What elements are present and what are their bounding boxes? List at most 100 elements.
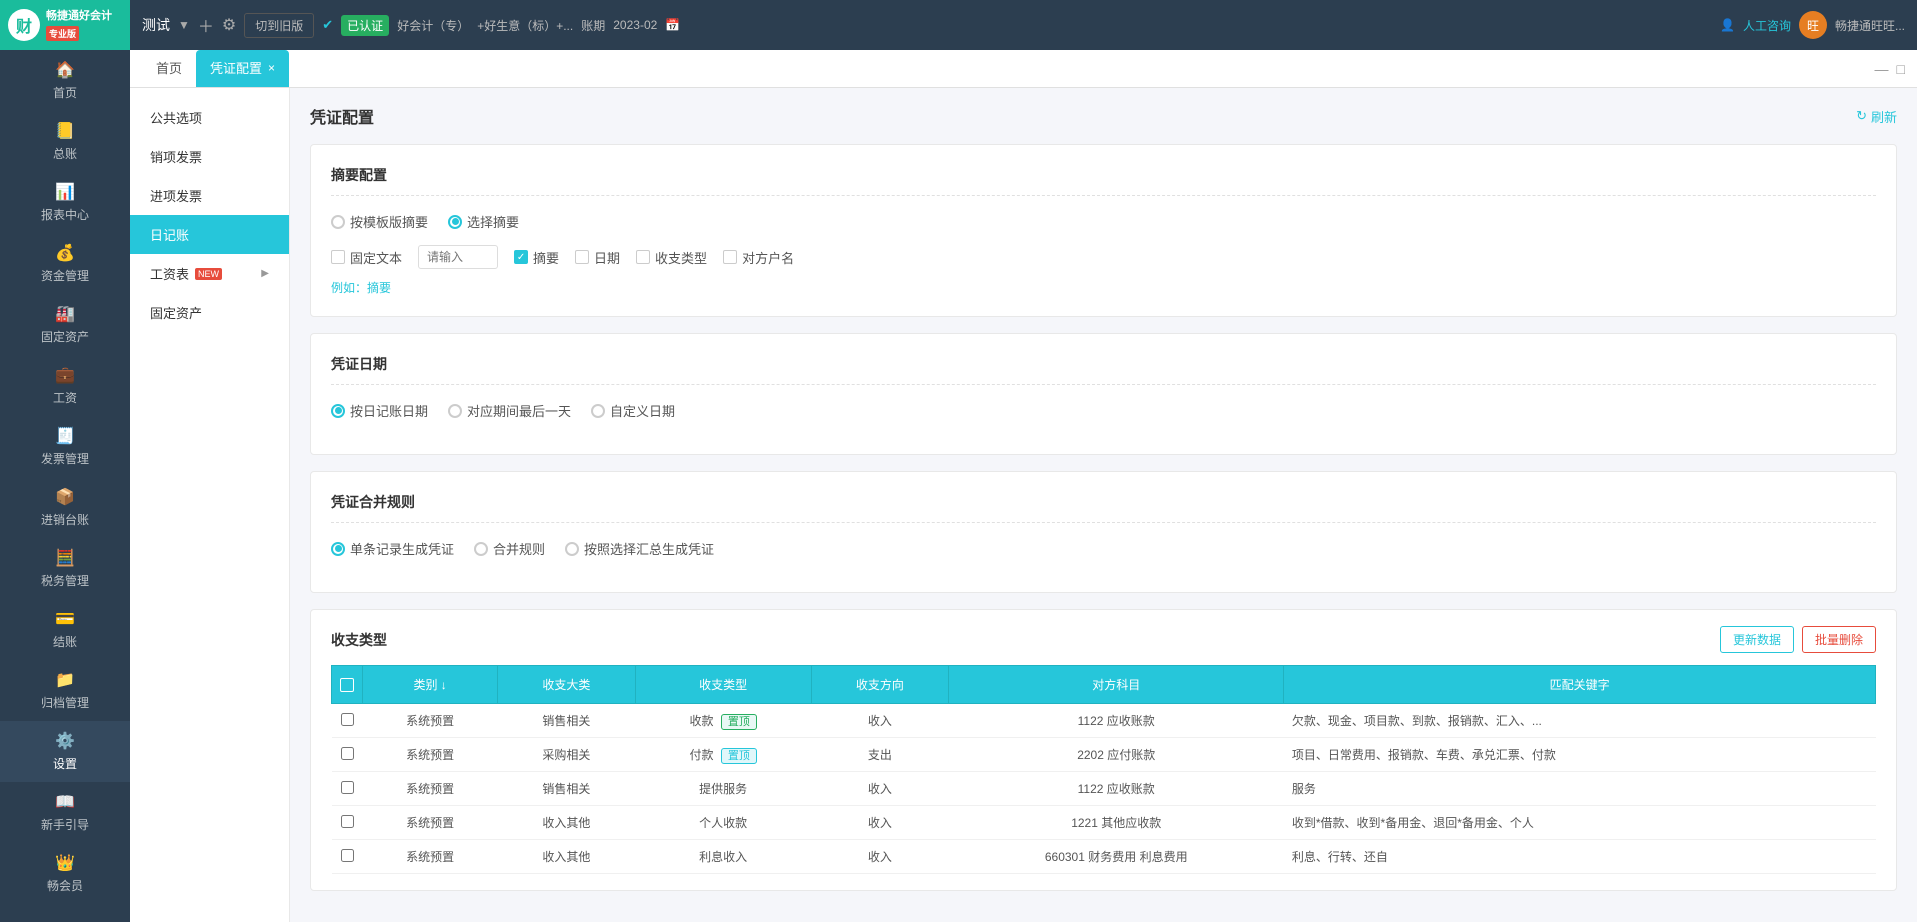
good-business-label: +好生意（标）+... [477,17,573,34]
fixed-text-input[interactable] [418,245,498,269]
sidebar-item-funds[interactable]: 💰 资金管理 [0,233,130,294]
minimize-button[interactable]: — [1875,61,1889,77]
sidebar-item-vip[interactable]: 👑 畅会员 [0,843,130,904]
tab-home[interactable]: 首页 [142,50,196,87]
assets-icon: 🏭 [55,304,75,324]
sidebar-item-purchase[interactable]: 📦 进销台账 [0,477,130,538]
maximize-button[interactable]: □ [1897,61,1905,77]
tabs-right-actions: — □ [1875,61,1905,77]
sidebar-item-salary[interactable]: 💼 工资 [0,355,130,416]
settle-icon: 💳 [55,609,75,629]
consultant-icon: 👤 [1720,18,1735,32]
sidebar-item-guide[interactable]: 📖 新手引导 [0,782,130,843]
row-3-checkbox[interactable] [341,781,354,794]
radio-dot-single-record [335,545,342,552]
purchase-icon: 📦 [55,487,75,507]
row-direction: 支出 [811,738,948,772]
calendar-icon[interactable]: 📅 [665,18,680,32]
sidebar-item-home[interactable]: 🏠 首页 [0,50,130,111]
radio-journal-date[interactable]: 按日记账日期 [331,401,428,420]
summary-section-title: 摘要配置 [331,165,1876,196]
switch-version-button[interactable]: 切到旧版 [244,13,314,38]
checkbox-box-type [636,250,650,264]
left-nav-item-purchase-invoice[interactable]: 进项发票 [130,176,289,215]
table-header-account: 对方科目 [949,666,1284,704]
sidebar-item-assets[interactable]: 🏭 固定资产 [0,294,130,355]
row-account: 1221 其他应收款 [949,806,1284,840]
sidebar-item-ledger[interactable]: 📒 总账 [0,111,130,172]
topbar-title: 测试 [142,15,170,35]
logo-sub-badge: 专业版 [46,26,79,41]
radio-custom-date[interactable]: 自定义日期 [591,401,675,420]
row-checkbox[interactable] [332,738,363,772]
topbar-settings-icon[interactable]: ⚙ [222,15,236,35]
checkbox-type[interactable]: 收支类型 [636,248,707,267]
topbar-add-icon[interactable]: ＋ [198,13,214,37]
page-content: 凭证配置 ↻ 刷新 摘要配置 按模板版摘要 [290,88,1917,922]
checkbox-fixed-text[interactable]: 固定文本 [331,248,402,267]
sidebar-item-invoice-mgmt[interactable]: 🧾 发票管理 [0,416,130,477]
row-1-checkbox[interactable] [341,713,354,726]
checkbox-counterparty[interactable]: 对方户名 [723,248,794,267]
table-row: 系统预置 销售相关 提供服务 收入 1122 应收账款 服务 [332,772,1876,806]
checkbox-date[interactable]: 日期 [575,248,620,267]
left-nav-item-journal[interactable]: 日记账 [130,215,289,254]
checkbox-summary[interactable]: ✓ 摘要 [514,248,559,267]
checkbox-box-summary: ✓ [514,250,528,264]
row-checkbox[interactable] [332,704,363,738]
refresh-icon: ↻ [1856,108,1867,124]
sidebar-item-settle[interactable]: 💳 结账 [0,599,130,660]
reports-icon: 📊 [55,182,75,202]
radio-dot-select [452,218,459,225]
row-2-checkbox[interactable] [341,747,354,760]
table-row: 系统预置 收入其他 个人收款 收入 1221 其他应收款 收到*借款、收到*备用… [332,806,1876,840]
left-nav: 公共选项 销项发票 进项发票 日记账 工资表 NEW ▶ 固定资产 [130,88,290,922]
update-data-button[interactable]: 更新数据 [1720,626,1794,653]
topbar: 测试 ▼ ＋ ⚙ 切到旧版 ✔ 已认证 好会计（专） +好生意（标）+... 账… [130,0,1917,50]
consultant-label[interactable]: 人工咨询 [1743,17,1791,34]
radio-circle-select [448,215,462,229]
example-text: 例如：摘要 [331,279,1876,296]
checkbox-box-counterparty [723,250,737,264]
nav-expand-icon: ▶ [261,268,269,279]
sidebar-item-archive[interactable]: 📁 归档管理 [0,660,130,721]
row-direction: 收入 [811,840,948,874]
left-nav-item-public[interactable]: 公共选项 [130,98,289,137]
radio-select-summary[interactable]: 选择摘要 [448,212,519,231]
refresh-button[interactable]: ↻ 刷新 [1856,107,1897,126]
checkbox-box-fixed-text [331,250,345,264]
radio-single-record[interactable]: 单条记录生成凭证 [331,539,454,558]
row-account: 2202 应付账款 [949,738,1284,772]
sidebar-item-tax[interactable]: 🧮 税务管理 [0,538,130,599]
sidebar-item-reports[interactable]: 📊 报表中心 [0,172,130,233]
topbar-dropdown-icon[interactable]: ▼ [178,18,190,32]
merge-rules-section: 凭证合并规则 单条记录生成凭证 合并规则 按照选择汇总生成凭证 [310,471,1897,593]
row-keywords: 项目、日常费用、报销款、车费、承兑汇票、付款 [1284,738,1876,772]
summary-section: 摘要配置 按模板版摘要 选择摘要 [310,144,1897,317]
topbar-user-area: 👤 人工咨询 旺 畅捷通旺旺... [1720,11,1905,39]
row-account: 1122 应收账款 [949,704,1284,738]
left-nav-item-payroll-table[interactable]: 工资表 NEW ▶ [130,254,289,293]
certified-badge: 已认证 [341,15,389,36]
home-icon: 🏠 [55,60,75,80]
batch-delete-button[interactable]: 批量删除 [1802,626,1876,653]
tab-voucher-config[interactable]: 凭证配置 × [196,50,289,87]
radio-template-summary[interactable]: 按模板版摘要 [331,212,428,231]
row-5-checkbox[interactable] [341,849,354,862]
radio-summary-total[interactable]: 按照选择汇总生成凭证 [565,539,714,558]
tab-close-icon[interactable]: × [268,61,275,75]
radio-period-last[interactable]: 对应期间最后一天 [448,401,571,420]
radio-merge-rule[interactable]: 合并规则 [474,539,545,558]
row-checkbox[interactable] [332,772,363,806]
archive-icon: 📁 [55,670,75,690]
row-checkbox[interactable] [332,806,363,840]
row-checkbox[interactable] [332,840,363,874]
sidebar-item-settings[interactable]: ⚙️ 设置 [0,721,130,782]
left-nav-item-fixed-assets[interactable]: 固定资产 [130,293,289,332]
row-keywords: 服务 [1284,772,1876,806]
left-nav-item-sales-invoice[interactable]: 销项发票 [130,137,289,176]
master-checkbox[interactable] [340,678,354,692]
row-4-checkbox[interactable] [341,815,354,828]
income-expense-section: 收支类型 更新数据 批量删除 类别 ↓ 收支大类 [310,609,1897,891]
merge-rules-radio-group: 单条记录生成凭证 合并规则 按照选择汇总生成凭证 [331,539,1876,558]
